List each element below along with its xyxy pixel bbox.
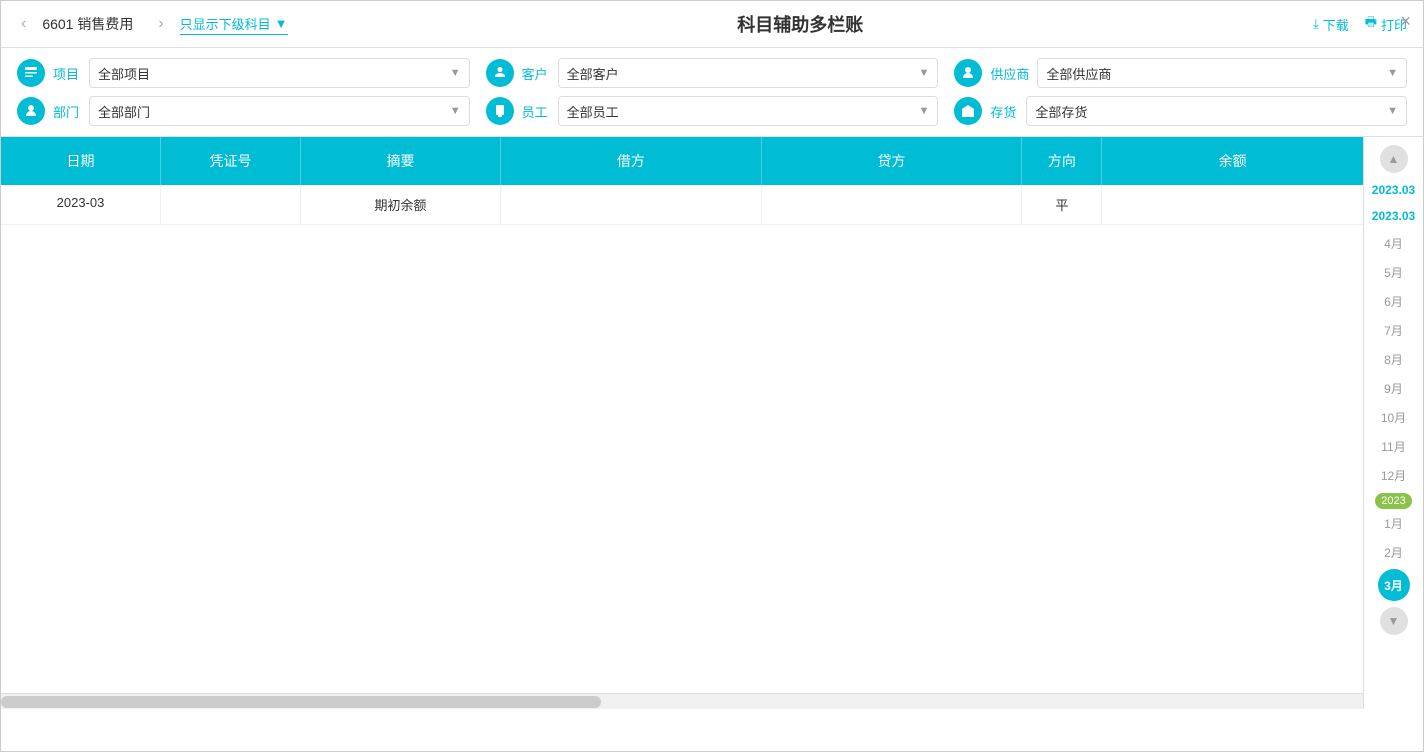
account-code: 6601 销售费用 <box>42 14 142 34</box>
filter-inventory: 存货 全部存货 ▼ <box>954 96 1407 126</box>
sidebar-item-1[interactable]: 1月 <box>1364 509 1423 538</box>
cell-date: 2023-03 <box>1 185 161 224</box>
department-select[interactable]: 全部部门 ▼ <box>89 96 470 126</box>
sidebar-item-2[interactable]: 2月 <box>1364 538 1423 567</box>
cell-direction: 平 <box>1022 185 1102 224</box>
employee-select[interactable]: 全部员工 ▼ <box>558 96 939 126</box>
employee-value: 全部员工 <box>567 102 619 121</box>
customer-label: 客户 <box>522 64 550 83</box>
close-button[interactable]: × <box>1400 11 1411 32</box>
sidebar-item-3-active[interactable]: 3月 <box>1378 569 1410 601</box>
supplier-icon <box>954 59 982 87</box>
supplier-value: 全部供应商 <box>1046 64 1111 83</box>
filter-customer: 客户 全部客户 ▼ <box>486 58 939 88</box>
filter-employee: 员工 全部员工 ▼ <box>486 96 939 126</box>
filter-project: 项目 全部项目 ▼ <box>17 58 470 88</box>
content-area: 日期 凭证号 摘要 借方 贷方 方向 余额 2023-03 期初余额 平 <box>1 137 1423 709</box>
department-icon <box>17 97 45 125</box>
customer-select[interactable]: 全部客户 ▼ <box>558 58 939 88</box>
customer-value: 全部客户 <box>567 64 619 83</box>
sidebar-down-button[interactable]: ▼ <box>1380 607 1408 635</box>
table-row: 2023-03 期初余额 平 <box>1 185 1363 225</box>
sidebar-item-5[interactable]: 5月 <box>1364 258 1423 287</box>
col-balance: 余额 <box>1102 137 1363 185</box>
department-arrow-icon: ▼ <box>450 105 461 117</box>
sidebar-item-9[interactable]: 9月 <box>1364 374 1423 403</box>
inventory-select[interactable]: 全部存货 ▼ <box>1026 96 1407 126</box>
project-icon <box>17 59 45 87</box>
action-buttons: ⤓ 下载 🖶 打印 <box>1313 13 1407 35</box>
download-icon: ⤓ <box>1313 16 1319 32</box>
col-credit: 贷方 <box>762 137 1023 185</box>
inventory-arrow-icon: ▼ <box>1387 105 1398 117</box>
sidebar-item-6[interactable]: 6月 <box>1364 287 1423 316</box>
sidebar-item-2023-03-second[interactable]: 2023.03 <box>1364 203 1423 229</box>
horizontal-scrollbar[interactable] <box>1 693 1363 709</box>
sidebar-item-11[interactable]: 11月 <box>1364 432 1423 461</box>
inventory-value: 全部存货 <box>1035 102 1087 121</box>
right-sidebar: ▲ 2023.03 2023.03 4月 5月 6月 7月 8月 9月 10月 … <box>1363 137 1423 709</box>
cell-balance <box>1102 185 1363 224</box>
cell-voucher <box>161 185 301 224</box>
employee-label: 员工 <box>522 102 550 121</box>
col-debit: 借方 <box>501 137 762 185</box>
sidebar-item-8[interactable]: 8月 <box>1364 345 1423 374</box>
department-value: 全部部门 <box>98 102 150 121</box>
sidebar-item-7[interactable]: 7月 <box>1364 316 1423 345</box>
year-badge-container: 2023 <box>1364 490 1423 509</box>
customer-arrow-icon: ▼ <box>918 67 929 79</box>
page-title: 科目辅助多栏账 <box>300 11 1301 37</box>
table-area: 日期 凭证号 摘要 借方 贷方 方向 余额 2023-03 期初余额 平 <box>1 137 1363 709</box>
print-icon: 🖶 <box>1365 13 1377 35</box>
inventory-icon <box>954 97 982 125</box>
cell-credit <box>762 185 1023 224</box>
employee-icon <box>486 97 514 125</box>
col-summary: 摘要 <box>301 137 501 185</box>
inventory-label: 存货 <box>990 102 1018 121</box>
show-sub-toggle[interactable]: 只显示下级科目 ▼ <box>180 14 288 35</box>
sidebar-item-12[interactable]: 12月 <box>1364 461 1423 490</box>
prev-nav-button[interactable]: ‹ <box>17 13 30 35</box>
sidebar-up-button[interactable]: ▲ <box>1380 145 1408 173</box>
col-date: 日期 <box>1 137 161 185</box>
customer-icon <box>486 59 514 87</box>
supplier-label: 供应商 <box>990 64 1029 83</box>
filter-supplier: 供应商 全部供应商 ▼ <box>954 58 1407 88</box>
supplier-arrow-icon: ▼ <box>1387 67 1398 79</box>
project-label: 项目 <box>53 64 81 83</box>
year-badge: 2023 <box>1375 493 1411 509</box>
department-label: 部门 <box>53 102 81 121</box>
employee-arrow-icon: ▼ <box>918 105 929 117</box>
header: ‹ 6601 销售费用 › 只显示下级科目 ▼ 科目辅助多栏账 ⤓ 下载 🖶 打… <box>1 1 1423 48</box>
sidebar-item-10[interactable]: 10月 <box>1364 403 1423 432</box>
filter-department: 部门 全部部门 ▼ <box>17 96 470 126</box>
show-sub-arrow-icon: ▼ <box>275 16 288 31</box>
table-header: 日期 凭证号 摘要 借方 贷方 方向 余额 <box>1 137 1363 185</box>
table-body: 2023-03 期初余额 平 <box>1 185 1363 693</box>
scrollbar-thumb[interactable] <box>1 696 601 708</box>
cell-summary: 期初余额 <box>301 185 501 224</box>
project-select[interactable]: 全部项目 ▼ <box>89 58 470 88</box>
filters-panel: 项目 全部项目 ▼ 客户 全部客户 ▼ 供应商 全部供应商 ▼ <box>1 48 1423 137</box>
col-voucher: 凭证号 <box>161 137 301 185</box>
supplier-select[interactable]: 全部供应商 ▼ <box>1037 58 1407 88</box>
sidebar-item-2023-03-first[interactable]: 2023.03 <box>1364 177 1423 203</box>
project-value: 全部项目 <box>98 64 150 83</box>
project-arrow-icon: ▼ <box>450 67 461 79</box>
next-nav-button[interactable]: › <box>154 13 167 35</box>
cell-debit <box>501 185 762 224</box>
sidebar-item-4[interactable]: 4月 <box>1364 229 1423 258</box>
main-window: ‹ 6601 销售费用 › 只显示下级科目 ▼ 科目辅助多栏账 ⤓ 下载 🖶 打… <box>0 0 1424 752</box>
col-direction: 方向 <box>1022 137 1102 185</box>
show-sub-label: 只显示下级科目 <box>180 14 271 33</box>
download-button[interactable]: ⤓ 下载 <box>1313 13 1349 35</box>
